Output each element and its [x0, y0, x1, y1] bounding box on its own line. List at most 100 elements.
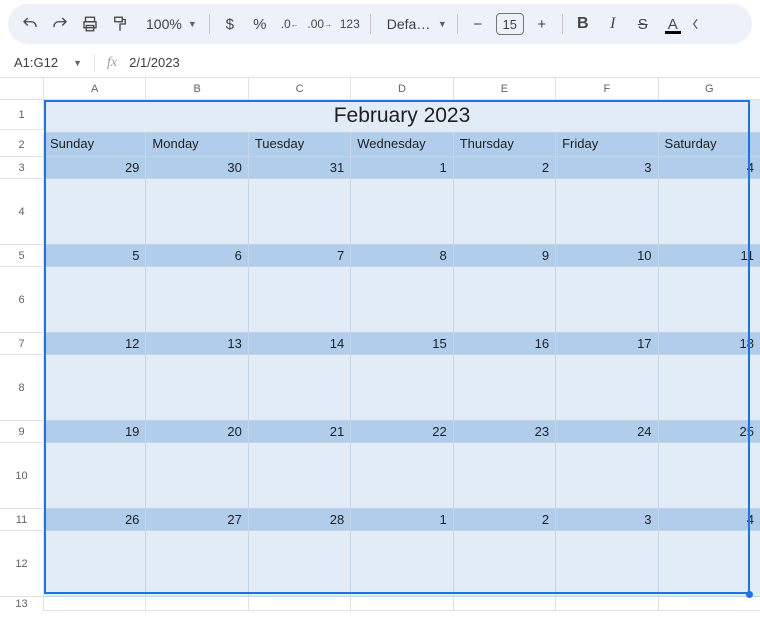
spreadsheet-grid[interactable]: A B C D E F G 1 February 2023 2 Sunday M…: [0, 78, 760, 611]
body-cell[interactable]: [249, 179, 351, 245]
date-cell[interactable]: 1: [351, 157, 453, 179]
paint-format-button[interactable]: [106, 10, 134, 38]
column-header[interactable]: E: [454, 78, 556, 99]
body-cell[interactable]: [659, 443, 760, 509]
calendar-title-cell[interactable]: February 2023: [44, 100, 760, 133]
increase-decimal-button[interactable]: .00→: [306, 10, 334, 38]
date-cell[interactable]: 4: [659, 157, 760, 179]
column-header[interactable]: A: [44, 78, 146, 99]
body-cell[interactable]: [556, 597, 658, 611]
weekday-cell[interactable]: Saturday: [659, 133, 760, 157]
body-cell[interactable]: [659, 267, 760, 333]
format-percent-button[interactable]: %: [246, 10, 274, 38]
increase-font-button[interactable]: +: [528, 10, 556, 38]
body-cell[interactable]: [44, 355, 146, 421]
date-cell[interactable]: 29: [44, 157, 146, 179]
formula-input[interactable]: 2/1/2023: [129, 55, 752, 70]
date-cell[interactable]: 30: [146, 157, 248, 179]
body-cell[interactable]: [351, 355, 453, 421]
row-header[interactable]: 11: [0, 509, 44, 531]
body-cell[interactable]: [44, 443, 146, 509]
decrease-font-button[interactable]: −: [464, 10, 492, 38]
body-cell[interactable]: [249, 443, 351, 509]
column-header[interactable]: G: [659, 78, 760, 99]
text-color-button[interactable]: A: [659, 10, 687, 38]
date-cell[interactable]: 14: [249, 333, 351, 355]
body-cell[interactable]: [351, 443, 453, 509]
body-cell[interactable]: [44, 531, 146, 597]
row-header[interactable]: 3: [0, 157, 44, 179]
body-cell[interactable]: [146, 597, 248, 611]
row-header[interactable]: 6: [0, 267, 44, 333]
date-cell[interactable]: 22: [351, 421, 453, 443]
date-cell[interactable]: 19: [44, 421, 146, 443]
date-cell[interactable]: 25: [659, 421, 760, 443]
date-cell[interactable]: 5: [44, 245, 146, 267]
date-cell[interactable]: 8: [351, 245, 453, 267]
italic-button[interactable]: I: [599, 10, 627, 38]
row-header[interactable]: 9: [0, 421, 44, 443]
body-cell[interactable]: [351, 597, 453, 611]
body-cell[interactable]: [249, 597, 351, 611]
body-cell[interactable]: [556, 355, 658, 421]
body-cell[interactable]: [146, 355, 248, 421]
column-header[interactable]: D: [351, 78, 453, 99]
body-cell[interactable]: [146, 179, 248, 245]
body-cell[interactable]: [454, 179, 556, 245]
name-box[interactable]: A1:G12 ▼: [8, 55, 86, 70]
body-cell[interactable]: [659, 597, 760, 611]
date-cell[interactable]: 12: [44, 333, 146, 355]
undo-button[interactable]: [16, 10, 44, 38]
date-cell[interactable]: 1: [351, 509, 453, 531]
weekday-cell[interactable]: Sunday: [44, 133, 146, 157]
date-cell[interactable]: 20: [146, 421, 248, 443]
decrease-decimal-button[interactable]: .0←: [276, 10, 304, 38]
date-cell[interactable]: 11: [659, 245, 760, 267]
more-formats-button[interactable]: 123: [336, 10, 364, 38]
font-dropdown[interactable]: Defaul… ▼: [377, 16, 451, 32]
body-cell[interactable]: [454, 443, 556, 509]
date-cell[interactable]: 9: [454, 245, 556, 267]
date-cell[interactable]: 2: [454, 157, 556, 179]
weekday-cell[interactable]: Tuesday: [249, 133, 351, 157]
body-cell[interactable]: [556, 443, 658, 509]
bold-button[interactable]: B: [569, 10, 597, 38]
date-cell[interactable]: 15: [351, 333, 453, 355]
print-button[interactable]: [76, 10, 104, 38]
row-header[interactable]: 2: [0, 133, 44, 157]
weekday-cell[interactable]: Friday: [556, 133, 658, 157]
date-cell[interactable]: 16: [454, 333, 556, 355]
date-cell[interactable]: 3: [556, 157, 658, 179]
date-cell[interactable]: 13: [146, 333, 248, 355]
weekday-cell[interactable]: Monday: [146, 133, 248, 157]
body-cell[interactable]: [351, 267, 453, 333]
body-cell[interactable]: [659, 355, 760, 421]
weekday-cell[interactable]: Thursday: [454, 133, 556, 157]
row-header[interactable]: 12: [0, 531, 44, 597]
body-cell[interactable]: [44, 179, 146, 245]
font-size-input[interactable]: 15: [496, 13, 524, 35]
body-cell[interactable]: [556, 531, 658, 597]
date-cell[interactable]: 2: [454, 509, 556, 531]
body-cell[interactable]: [351, 179, 453, 245]
body-cell[interactable]: [556, 267, 658, 333]
body-cell[interactable]: [454, 355, 556, 421]
redo-button[interactable]: [46, 10, 74, 38]
column-header[interactable]: B: [146, 78, 248, 99]
body-cell[interactable]: [249, 531, 351, 597]
body-cell[interactable]: [454, 597, 556, 611]
body-cell[interactable]: [146, 531, 248, 597]
date-cell[interactable]: 24: [556, 421, 658, 443]
row-header[interactable]: 13: [0, 597, 44, 611]
row-header[interactable]: 1: [0, 100, 44, 130]
row-header[interactable]: 4: [0, 179, 44, 245]
row-header[interactable]: 10: [0, 443, 44, 509]
column-header[interactable]: F: [556, 78, 658, 99]
date-cell[interactable]: 10: [556, 245, 658, 267]
strikethrough-button[interactable]: S: [629, 10, 657, 38]
select-all-corner[interactable]: [0, 78, 44, 99]
row-header[interactable]: 5: [0, 245, 44, 267]
date-cell[interactable]: 28: [249, 509, 351, 531]
body-cell[interactable]: [556, 179, 658, 245]
body-cell[interactable]: [454, 531, 556, 597]
